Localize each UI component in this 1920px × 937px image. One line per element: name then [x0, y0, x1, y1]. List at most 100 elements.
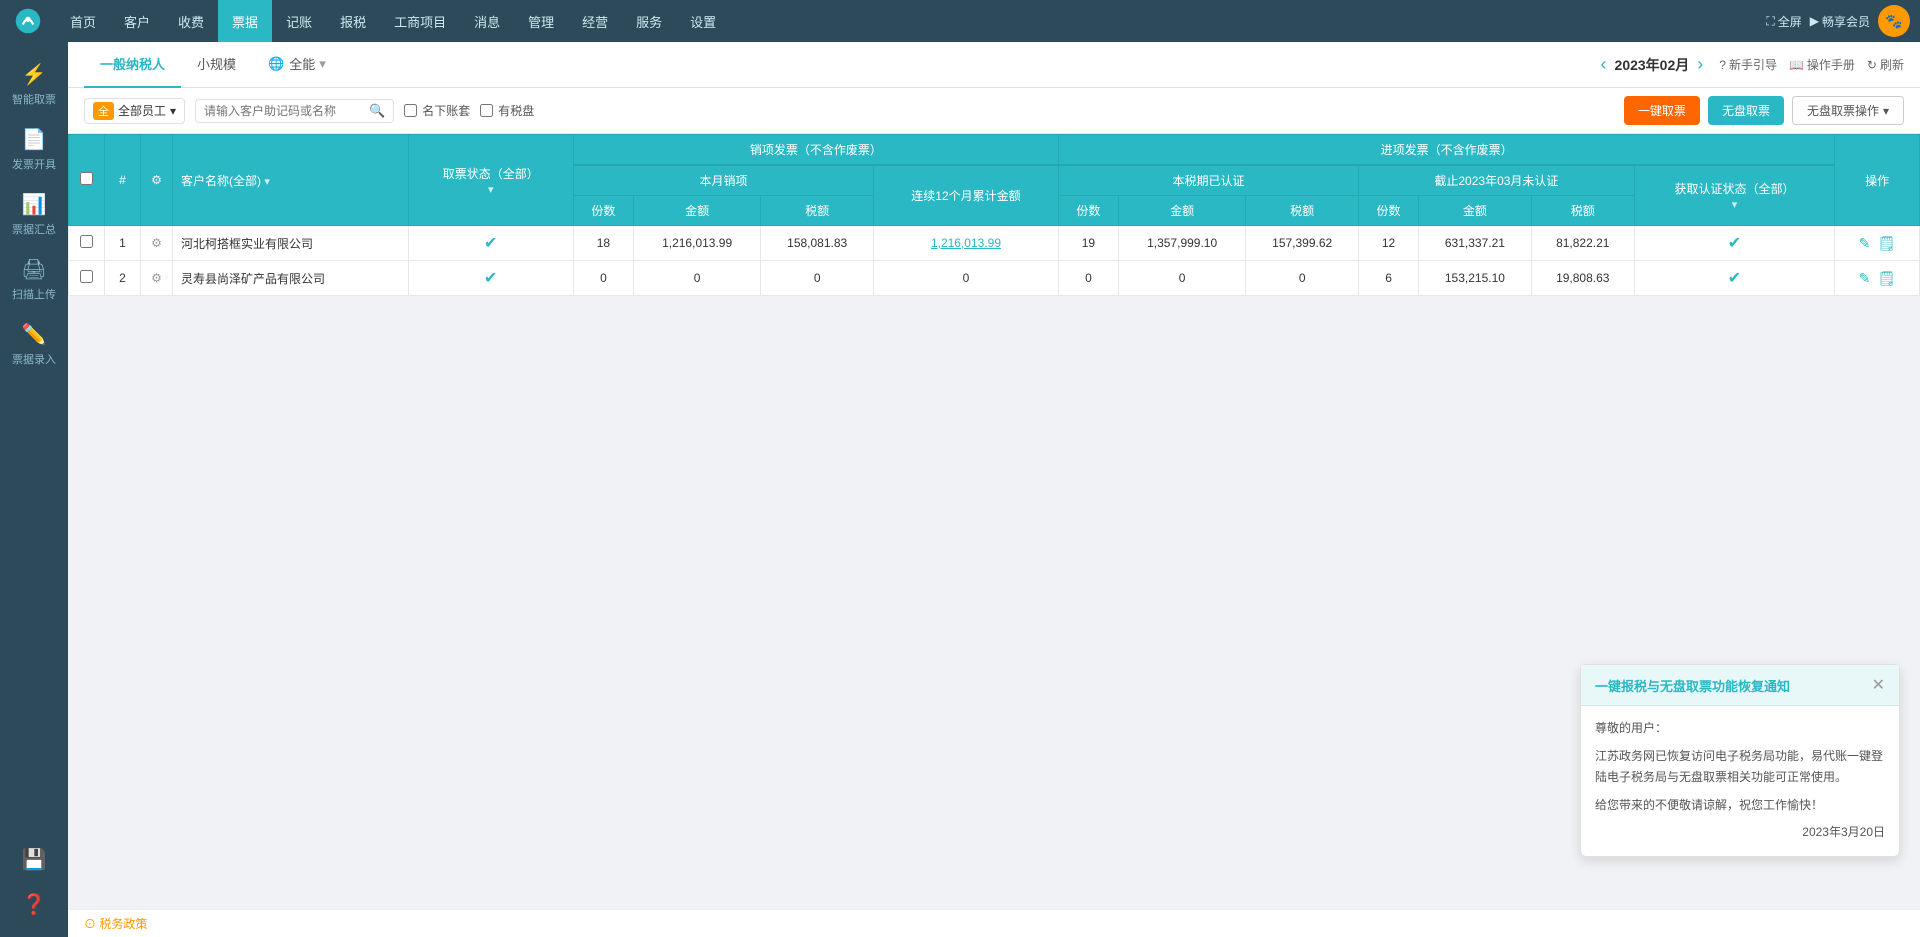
row-monthly-count: 18 [573, 226, 633, 261]
new-guide-button[interactable]: ? 新手引导 [1719, 56, 1777, 73]
th-cancel-status: 取票状态（全部） ▾ [408, 135, 573, 226]
row-cumulative: 1,216,013.99 [874, 226, 1059, 261]
tax-policy-link[interactable]: ⊙ 税务政策 [84, 917, 147, 931]
refresh-button[interactable]: ↻ 刷新 [1867, 56, 1904, 73]
nav-service[interactable]: 服务 [622, 0, 676, 42]
checkbox-tax-disk[interactable]: 有税盘 [480, 102, 534, 119]
help-icon: ❓ [22, 892, 47, 917]
cancel-status-icon: ✔ [484, 270, 497, 287]
customer-filter-icon[interactable]: ▾ [264, 176, 270, 188]
notification-line1: 尊敬的用户： [1595, 718, 1885, 740]
download-icon: 💾 [22, 847, 47, 872]
fullscreen-button[interactable]: ⛶ 全屏 [1766, 13, 1801, 30]
sidebar-item-invoice-issue[interactable]: 📄 发票开具 [0, 117, 68, 182]
nav-bookkeeping[interactable]: 记账 [272, 0, 326, 42]
nav-tax[interactable]: 报税 [326, 0, 380, 42]
tab-actions: ? 新手引导 📖 操作手册 ↻ 刷新 [1719, 56, 1904, 73]
left-sidebar: ⚡ 智能取票 📄 发票开具 📊 票据汇总 🖨 扫描上传 ✏️ 票据录入 💾 ❓ [0, 42, 68, 937]
employee-select[interactable]: 全 全部员工 ▾ [84, 98, 185, 124]
footer-bar: ⊙ 税务政策 [68, 909, 1920, 937]
one-click-ticket-button[interactable]: 一键取票 [1624, 96, 1700, 125]
row-checkbox[interactable] [80, 270, 93, 283]
nav-home[interactable]: 首页 [56, 0, 110, 42]
row-uncert-tax: 19,808.63 [1531, 261, 1634, 296]
tab-dropdown-icon[interactable]: ▾ [319, 56, 326, 72]
row-edit-button[interactable]: ✎ [1859, 270, 1871, 286]
cert-filter-icon[interactable]: ▾ [1732, 199, 1738, 211]
th-cert-status: 获取认证状态（全部） ▾ [1634, 165, 1834, 226]
member-button[interactable]: ▶ 畅享会员 [1810, 13, 1870, 30]
checkbox-named-account[interactable]: 名下账套 [404, 102, 470, 119]
cancel-status-icon: ✔ [484, 235, 497, 252]
sidebar-item-invoice-entry[interactable]: ✏️ 票据录入 [0, 312, 68, 377]
no-disk-ticket-button[interactable]: 无盘取票 [1708, 96, 1784, 125]
sidebar-item-invoice-summary[interactable]: 📊 票据汇总 [0, 182, 68, 247]
row-edit-button[interactable]: ✎ [1859, 235, 1871, 251]
tab-general-taxpayer[interactable]: 一般纳税人 [84, 42, 181, 88]
notification-line3: 给您带来的不便敬请谅解，祝您工作愉快！ [1595, 795, 1885, 817]
nav-message[interactable]: 消息 [460, 0, 514, 42]
tab-bar: 一般纳税人 小规模 🌐 全能 ▾ ‹ 2023年02月 › ? 新手引导 [68, 42, 1920, 88]
tax-disk-checkbox[interactable] [480, 104, 493, 117]
top-navigation: 首页 客户 收费 票据 记账 报税 工商项目 消息 管理 经营 服务 设置 ⛶ … [0, 0, 1920, 42]
user-avatar[interactable]: 🐾 [1878, 5, 1910, 37]
search-input[interactable] [204, 104, 364, 118]
row-uncert-count: 6 [1359, 261, 1419, 296]
select-all-checkbox[interactable] [80, 172, 93, 185]
table-body: 1 ⚙ 河北柯搭框实业有限公司 ✔ 18 1,216,013.99 158,08… [69, 226, 1920, 296]
sidebar-bottom: 💾 ❓ [0, 837, 68, 927]
row-num: 2 [105, 261, 141, 296]
sidebar-item-help[interactable]: ❓ [0, 882, 68, 927]
row-cert-tax: 0 [1246, 261, 1359, 296]
th-monthly-sales: 本月销项 [573, 165, 873, 196]
nav-settings[interactable]: 设置 [676, 0, 730, 42]
row-gear-icon[interactable]: ⚙ [151, 236, 162, 250]
named-account-checkbox[interactable] [404, 104, 417, 117]
row-monthly-tax: 0 [761, 261, 874, 296]
nav-business[interactable]: 工商项目 [380, 0, 460, 42]
nav-manage[interactable]: 管理 [514, 0, 568, 42]
period-next-button[interactable]: › [1697, 54, 1703, 75]
row-cert-tax: 157,399.62 [1246, 226, 1359, 261]
sidebar-item-smart-ticket[interactable]: ⚡ 智能取票 [0, 52, 68, 117]
notification-close-button[interactable]: ✕ [1872, 675, 1885, 695]
cumulative-value: 0 [963, 271, 970, 285]
nav-customer[interactable]: 客户 [110, 0, 164, 42]
row-uncert-amount: 153,215.10 [1419, 261, 1532, 296]
sidebar-item-download[interactable]: 💾 [0, 837, 68, 882]
cancel-filter-icon[interactable]: ▾ [488, 184, 494, 196]
th-cert-tax: 税额 [1246, 196, 1359, 226]
row-cert-count: 19 [1058, 226, 1118, 261]
sidebar-item-scan-upload[interactable]: 🖨 扫描上传 [0, 247, 68, 312]
row-checkbox[interactable] [80, 235, 93, 248]
period-navigation: ‹ 2023年02月 › [1601, 54, 1704, 75]
smart-ticket-icon: ⚡ [22, 62, 47, 87]
no-disk-ops-button[interactable]: 无盘取票操作 ▾ [1792, 96, 1904, 125]
period-prev-button[interactable]: ‹ [1601, 54, 1607, 75]
row-gear-icon[interactable]: ⚙ [151, 271, 162, 285]
row-monthly-amount: 0 [633, 261, 760, 296]
nav-operation[interactable]: 经营 [568, 0, 622, 42]
row-actions: ✎ 🗒 [1835, 261, 1920, 296]
tab-all-capable[interactable]: 🌐 全能 ▾ [252, 42, 342, 88]
app-logo [10, 3, 46, 39]
row-doc-button[interactable]: 🗒 [1878, 270, 1896, 286]
tab-small-scale[interactable]: 小规模 [181, 42, 252, 88]
search-icon[interactable]: 🔍 [369, 103, 385, 119]
table-row: 2 ⚙ 灵寿县尚泽矿产品有限公司 ✔ 0 0 0 0 0 0 0 6 153,2… [69, 261, 1920, 296]
th-uncert-amount: 金额 [1419, 196, 1532, 226]
manual-button[interactable]: 📖 操作手册 [1789, 56, 1855, 73]
notification-line2: 江苏政务网已恢复访问电子税务局功能，易代账一键登陆电子税务局与无盘取票相关功能可… [1595, 746, 1885, 789]
row-gear: ⚙ [141, 261, 173, 296]
row-uncert-tax: 81,822.21 [1531, 226, 1634, 261]
th-cert-count: 份数 [1058, 196, 1118, 226]
nav-invoice[interactable]: 票据 [218, 0, 272, 42]
row-doc-button[interactable]: 🗒 [1878, 235, 1896, 251]
cumulative-value[interactable]: 1,216,013.99 [931, 236, 1001, 250]
period-label: 2023年02月 [1615, 55, 1690, 75]
ops-dropdown-icon: ▾ [1883, 104, 1889, 118]
th-checkbox [69, 135, 105, 226]
toolbar-right-buttons: 一键取票 无盘取票 无盘取票操作 ▾ [1624, 96, 1904, 125]
nav-fee[interactable]: 收费 [164, 0, 218, 42]
invoice-summary-icon: 📊 [22, 192, 47, 217]
